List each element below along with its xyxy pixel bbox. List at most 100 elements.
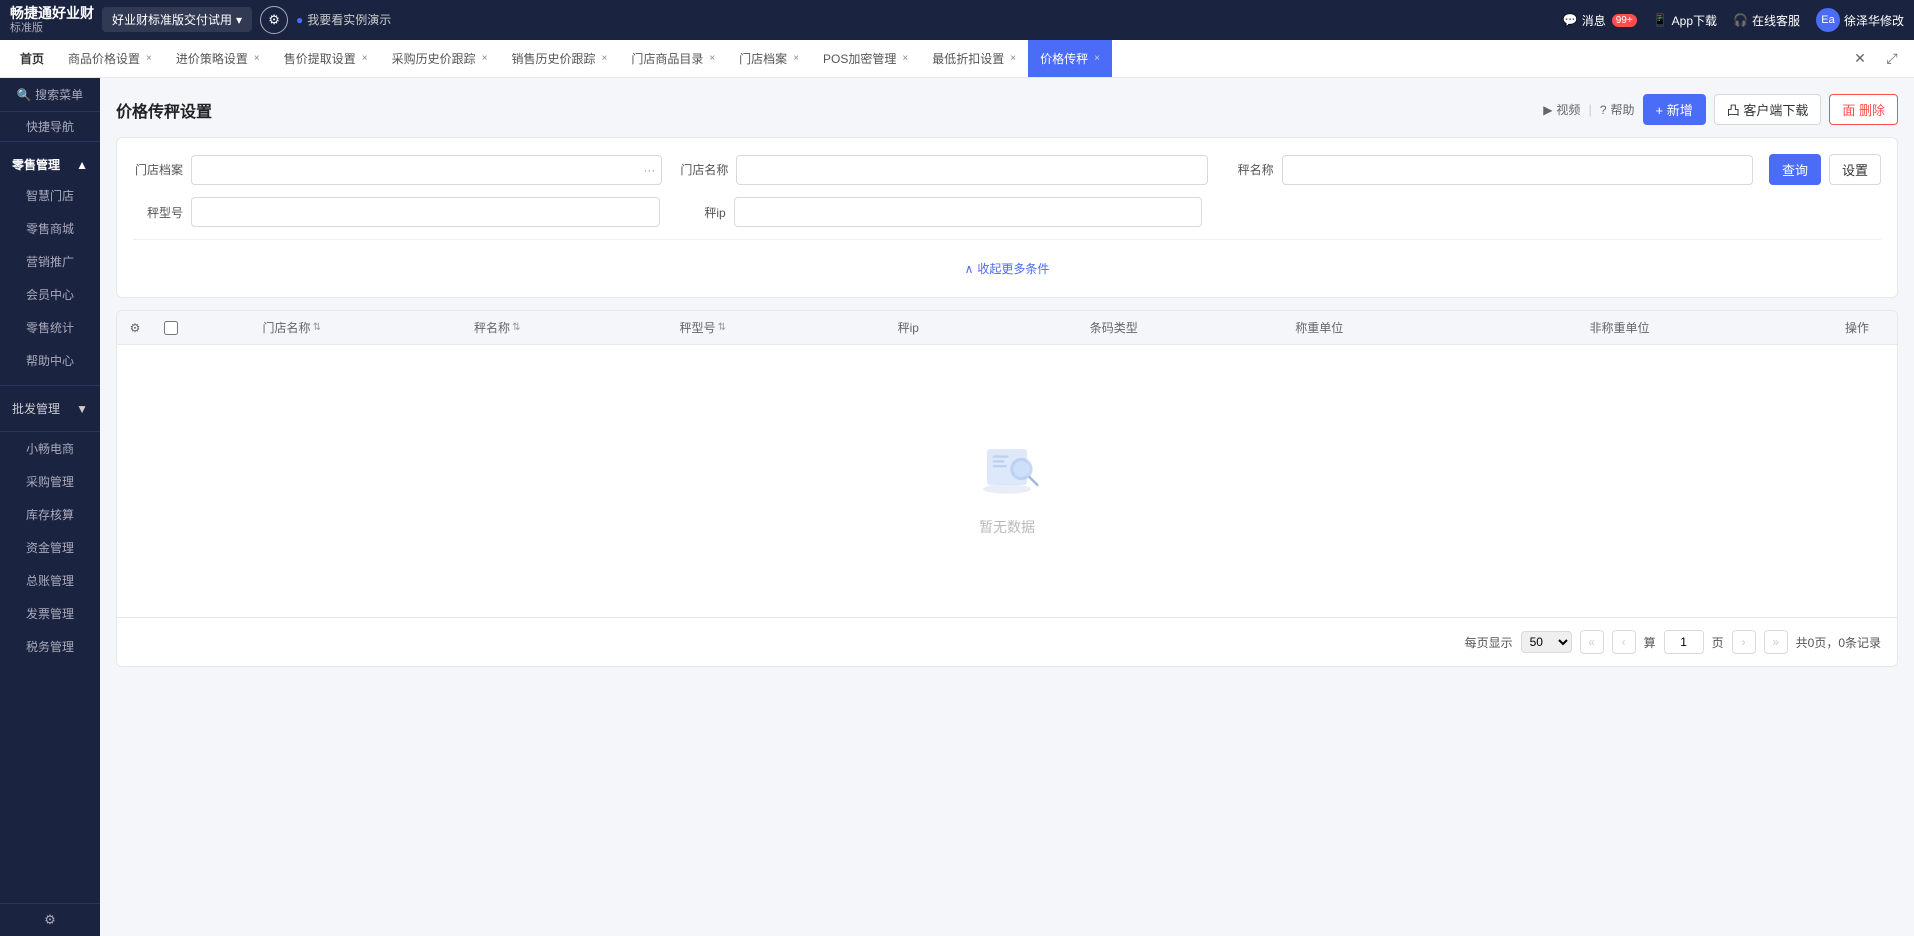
tab-store-archive[interactable]: 门店档案 × bbox=[727, 40, 811, 78]
demo-button[interactable]: ● 我要看实例演示 bbox=[296, 11, 391, 28]
sidebar-item-invoice[interactable]: 发票管理 bbox=[0, 597, 100, 630]
col-scale-name[interactable]: 秤名称 ⇅ bbox=[395, 319, 601, 336]
ellipsis-icon[interactable]: ··· bbox=[637, 163, 661, 177]
settings-action-button[interactable]: 设置 bbox=[1829, 154, 1881, 185]
collapse-button[interactable]: ∧ 收起更多条件 bbox=[133, 256, 1881, 281]
page-size-label: 每页显示 bbox=[1465, 634, 1513, 651]
sidebar-item-finance[interactable]: 资金管理 bbox=[0, 531, 100, 564]
tab-sale-extract[interactable]: 售价提取设置 × bbox=[272, 40, 380, 78]
sidebar-item-inventory[interactable]: 库存核算 bbox=[0, 498, 100, 531]
tab-close-purchase-strategy[interactable]: × bbox=[254, 53, 260, 64]
store-name-input[interactable] bbox=[736, 155, 1207, 185]
sidebar-item-retail-mall[interactable]: 零售商城 bbox=[0, 212, 100, 245]
scale-name-input[interactable] bbox=[1282, 155, 1753, 185]
main-content: 价格传秤设置 ▶ 视频 | ? 帮助 + 新增 凸 客户端下载 面 bbox=[100, 78, 1914, 936]
logo: 畅捷通好业财 标准版 bbox=[10, 5, 94, 35]
next-page-button[interactable]: › bbox=[1732, 630, 1756, 654]
sidebar-item-tax[interactable]: 税务管理 bbox=[0, 630, 100, 663]
page-size-select[interactable]: 10 20 50 100 bbox=[1521, 631, 1572, 653]
delete-button[interactable]: 面 删除 bbox=[1829, 94, 1898, 125]
settings-icon[interactable]: ⚙ bbox=[260, 6, 288, 34]
sidebar-settings-button[interactable]: ⚙ bbox=[0, 903, 100, 936]
tab-close-pos-management[interactable]: × bbox=[902, 53, 908, 64]
store-archive-input[interactable] bbox=[192, 156, 637, 184]
col-scale-model[interactable]: 秤型号 ⇅ bbox=[600, 319, 806, 336]
tab-close-sale-history[interactable]: × bbox=[601, 53, 607, 64]
chevron-down-icon: ▼ bbox=[76, 402, 88, 416]
query-button[interactable]: 查询 bbox=[1769, 154, 1821, 185]
download-button[interactable]: 凸 客户端下载 bbox=[1714, 94, 1822, 125]
tab-close-store-catalog[interactable]: × bbox=[709, 53, 715, 64]
sidebar-item-smart-store[interactable]: 智慧门店 bbox=[0, 179, 100, 212]
tab-store-catalog[interactable]: 门店商品目录 × bbox=[619, 40, 727, 78]
app-download-button[interactable]: 📱 App下载 bbox=[1653, 12, 1717, 29]
tab-close-all-button[interactable]: ✕ bbox=[1846, 45, 1874, 73]
tab-price-scale[interactable]: 价格传秤 × bbox=[1028, 40, 1112, 78]
product-select[interactable]: 好业财标准版交付试用 ▾ bbox=[102, 7, 252, 32]
scale-model-input[interactable] bbox=[191, 197, 660, 227]
video-link[interactable]: ▶ 视频 bbox=[1543, 101, 1580, 118]
tab-bar-actions: ✕ ⤢ bbox=[1846, 45, 1906, 73]
col-non-weight-unit: 非称重单位 bbox=[1422, 319, 1817, 336]
sidebar-item-retail-stats[interactable]: 零售统计 bbox=[0, 311, 100, 344]
tab-close-purchase-history[interactable]: × bbox=[482, 53, 488, 64]
tab-price-setting[interactable]: 商品价格设置 × bbox=[56, 40, 164, 78]
col-action: 操作 bbox=[1817, 319, 1897, 336]
search-icon: 🔍 bbox=[17, 88, 32, 102]
col-settings[interactable]: ⚙ bbox=[117, 321, 153, 335]
top-bar-left: 畅捷通好业财 标准版 好业财标准版交付试用 ▾ ⚙ ● 我要看实例演示 bbox=[10, 5, 391, 35]
sidebar-quick-nav[interactable]: 快捷导航 bbox=[0, 112, 100, 142]
page-title: 价格传秤设置 bbox=[116, 98, 212, 122]
collapse-area: ∧ 收起更多条件 bbox=[133, 239, 1881, 281]
tab-home[interactable]: 首页 bbox=[8, 40, 56, 78]
sidebar-item-marketing[interactable]: 营销推广 bbox=[0, 245, 100, 278]
form-row-1: 门店档案 ··· 门店名称 秤名称 查询 bbox=[133, 154, 1881, 185]
layout: 🔍 搜索菜单 快捷导航 零售管理 ▲ 智慧门店 零售商城 营销推广 会员中心 零… bbox=[0, 78, 1914, 936]
sidebar-wholesale-header[interactable]: 批发管理 ▼ bbox=[0, 394, 100, 423]
help-link[interactable]: ? 帮助 bbox=[1600, 101, 1635, 118]
tab-close-min-discount[interactable]: × bbox=[1010, 53, 1016, 64]
sidebar-section-wholesale: 批发管理 ▼ bbox=[0, 386, 100, 432]
tab-close-price-scale[interactable]: × bbox=[1094, 53, 1100, 64]
sort-icon: ⇅ bbox=[512, 322, 520, 333]
scale-name-field: 秤名称 bbox=[1224, 155, 1753, 185]
tab-close-price-setting[interactable]: × bbox=[146, 53, 152, 64]
sidebar-item-help-center[interactable]: 帮助中心 bbox=[0, 344, 100, 377]
col-store-name[interactable]: 门店名称 ⇅ bbox=[189, 319, 395, 336]
prev-page-button[interactable]: ‹ bbox=[1612, 630, 1636, 654]
message-icon: 💬 bbox=[1563, 13, 1578, 27]
sidebar-search[interactable]: 🔍 搜索菜单 bbox=[0, 78, 100, 112]
tab-min-discount[interactable]: 最低折扣设置 × bbox=[920, 40, 1028, 78]
sort-icon: ⇅ bbox=[718, 322, 726, 333]
scale-ip-input[interactable] bbox=[734, 197, 1203, 227]
sort-icon: ⇅ bbox=[313, 322, 321, 333]
sidebar-item-member-center[interactable]: 会员中心 bbox=[0, 278, 100, 311]
online-service-button[interactable]: 🎧 在线客服 bbox=[1733, 12, 1800, 29]
last-page-button[interactable]: » bbox=[1764, 630, 1788, 654]
sidebar-item-general-ledger[interactable]: 总账管理 bbox=[0, 564, 100, 597]
tab-pos-management[interactable]: POS加密管理 × bbox=[811, 40, 920, 78]
sidebar-item-small-ecom[interactable]: 小畅电商 bbox=[0, 432, 100, 465]
table-container: ⚙ 门店名称 ⇅ 秤名称 ⇅ bbox=[116, 310, 1898, 667]
user-menu[interactable]: Ea 徐泽华修改 bbox=[1816, 8, 1904, 32]
sidebar-retail-header[interactable]: 零售管理 ▲ bbox=[0, 150, 100, 179]
add-button[interactable]: + 新增 bbox=[1643, 94, 1706, 125]
empty-state: 暂无数据 bbox=[117, 345, 1897, 617]
select-all-checkbox[interactable] bbox=[164, 321, 178, 335]
first-page-button[interactable]: « bbox=[1580, 630, 1604, 654]
scale-model-field: 秤型号 bbox=[133, 197, 660, 227]
tab-purchase-history[interactable]: 采购历史价跟踪 × bbox=[380, 40, 500, 78]
tab-close-store-archive[interactable]: × bbox=[793, 53, 799, 64]
tab-expand-button[interactable]: ⤢ bbox=[1878, 45, 1906, 73]
page-actions: ▶ 视频 | ? 帮助 + 新增 凸 客户端下载 面 删除 bbox=[1543, 94, 1898, 125]
sidebar-item-purchase-mgmt[interactable]: 采购管理 bbox=[0, 465, 100, 498]
page-number-input[interactable] bbox=[1664, 630, 1704, 654]
help-icon: ? bbox=[1600, 103, 1607, 117]
tab-purchase-strategy[interactable]: 进价策略设置 × bbox=[164, 40, 272, 78]
message-button[interactable]: 💬 消息 99+ bbox=[1563, 12, 1637, 29]
search-form: 门店档案 ··· 门店名称 秤名称 查询 bbox=[116, 137, 1898, 298]
top-bar-right: 💬 消息 99+ 📱 App下载 🎧 在线客服 Ea 徐泽华修改 bbox=[1563, 8, 1904, 32]
pagination-bar: 每页显示 10 20 50 100 « ‹ 算 页 › » 共0页，0条记录 bbox=[117, 617, 1897, 666]
tab-sale-history[interactable]: 销售历史价跟踪 × bbox=[499, 40, 619, 78]
tab-close-sale-extract[interactable]: × bbox=[362, 53, 368, 64]
